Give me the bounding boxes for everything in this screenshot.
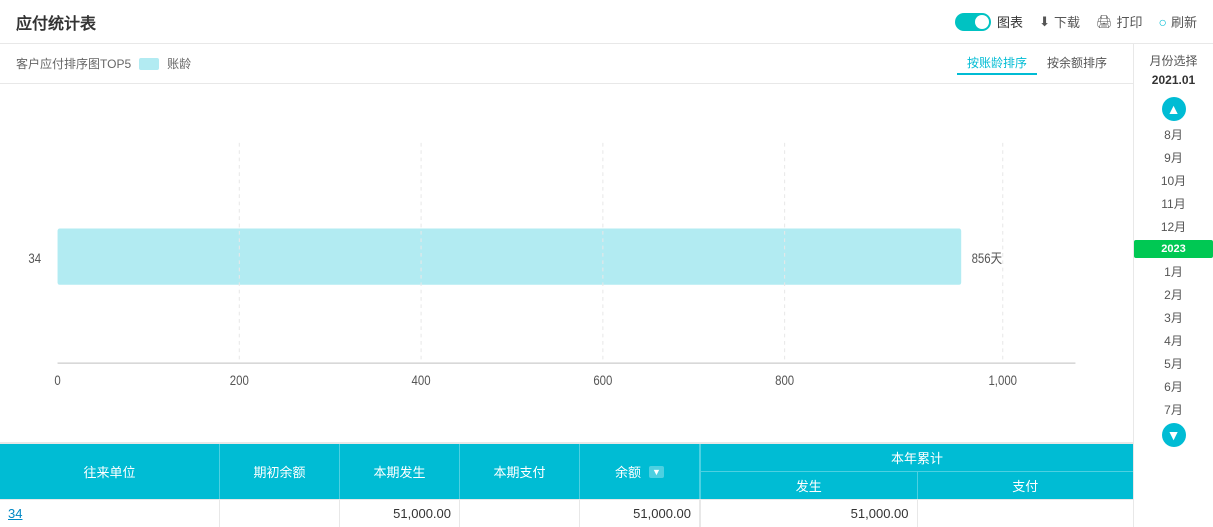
table-row: 34 51,000.00 51,000.00 51,000.00 (0, 499, 1133, 527)
td-current-pay (460, 500, 580, 527)
sidebar-month-2[interactable]: 2月 (1134, 283, 1213, 306)
sidebar-month-7[interactable]: 7月 (1134, 398, 1213, 421)
td-ytd-occur: 51,000.00 (701, 500, 918, 527)
print-button[interactable]: 🖨 打印 (1096, 12, 1143, 31)
legend-box (139, 58, 159, 70)
svg-text:1,000: 1,000 (988, 373, 1017, 388)
td-ytd-group: 51,000.00 (700, 500, 1133, 527)
td-opening (220, 500, 340, 527)
th-ytd-group: 本年累计 发生 支付 (700, 444, 1133, 499)
download-icon: ⬇ (1039, 14, 1050, 30)
chart-toggle[interactable]: 图表 (955, 12, 1023, 31)
svg-text:400: 400 (412, 373, 431, 388)
sidebar-month-8[interactable]: 8月 (1134, 123, 1213, 146)
sidebar-up-button[interactable]: ▲ (1162, 97, 1186, 121)
chart-legend: 客户应付排序图TOP5 账龄 (16, 55, 191, 72)
td-balance: 51,000.00 (580, 500, 700, 527)
sidebar-current-date: 2021.01 (1152, 73, 1195, 87)
legend-box-label: 账龄 (167, 55, 191, 72)
th-current-occur: 本期发生 (340, 444, 460, 499)
sidebar-title: 月份选择 (1149, 52, 1197, 69)
header-actions: 图表 ⬇ 下载 🖨 打印 ○ 刷新 (955, 12, 1197, 31)
sort-by-balance-button[interactable]: 按余额排序 (1037, 52, 1117, 75)
sidebar-year-2023[interactable]: 2023 (1134, 240, 1213, 258)
td-unit: 34 (0, 500, 220, 527)
unit-link[interactable]: 34 (8, 506, 22, 521)
svg-text:856天: 856天 (972, 251, 1003, 266)
sidebar-month-5[interactable]: 5月 (1134, 352, 1213, 375)
svg-text:800: 800 (775, 373, 794, 388)
download-button[interactable]: ⬇ 下载 (1039, 12, 1080, 31)
svg-text:200: 200 (230, 373, 249, 388)
chart-svg: 34 856天 0 200 400 600 800 1,000 (16, 94, 1117, 412)
th-balance: 余额 ▼ (580, 444, 700, 499)
sidebar-month-9[interactable]: 9月 (1134, 146, 1213, 169)
th-opening: 期初余额 (220, 444, 340, 499)
table-header: 往来单位 期初余额 本期发生 本期支付 余额 ▼ 本年累计 发生 支付 (0, 444, 1133, 499)
sidebar-month-1[interactable]: 1月 (1134, 260, 1213, 283)
th-current-pay: 本期支付 (460, 444, 580, 499)
sort-by-amount-button[interactable]: 按账龄排序 (957, 52, 1037, 75)
sidebar-month-3[interactable]: 3月 (1134, 306, 1213, 329)
sidebar-month-12[interactable]: 12月 (1134, 215, 1213, 238)
balance-sort-icon: ▼ (649, 466, 664, 478)
toggle-switch[interactable] (955, 13, 991, 31)
page-title: 应付统计表 (16, 10, 96, 34)
chart-wrapper: 34 856天 0 200 400 600 800 1,000 (0, 84, 1133, 442)
chart-header: 客户应付排序图TOP5 账龄 按账龄排序 按余额排序 (0, 44, 1133, 84)
sidebar-month-6[interactable]: 6月 (1134, 375, 1213, 398)
td-current-occur: 51,000.00 (340, 500, 460, 527)
sidebar-month-11[interactable]: 11月 (1134, 192, 1213, 215)
chevron-down-icon: ▼ (1167, 428, 1181, 442)
refresh-icon: ○ (1159, 14, 1167, 30)
refresh-button[interactable]: ○ 刷新 (1159, 12, 1197, 31)
header: 应付统计表 图表 ⬇ 下载 🖨 打印 ○ 刷新 (0, 0, 1213, 44)
table-area: 往来单位 期初余额 本期发生 本期支付 余额 ▼ 本年累计 发生 支付 (0, 442, 1133, 527)
th-ytd-subheader: 发生 支付 (701, 472, 1133, 499)
sidebar-down-button[interactable]: ▼ (1162, 423, 1186, 447)
print-icon: 🖨 (1096, 14, 1113, 30)
sidebar-month-10[interactable]: 10月 (1134, 169, 1213, 192)
legend-text: 客户应付排序图TOP5 (16, 55, 131, 72)
chevron-up-icon: ▲ (1167, 102, 1181, 116)
th-unit: 往来单位 (0, 444, 220, 499)
month-sidebar: 月份选择 2021.01 ▲ 8月 9月 10月 11月 12月 2023 1月… (1133, 44, 1213, 527)
svg-text:0: 0 (54, 373, 60, 388)
svg-text:600: 600 (593, 373, 612, 388)
th-ytd-occur: 发生 (701, 472, 918, 499)
chart-sort-buttons: 按账龄排序 按余额排序 (957, 52, 1117, 75)
toggle-label: 图表 (997, 12, 1023, 31)
th-ytd-pay: 支付 (918, 472, 1134, 499)
th-ytd-label: 本年累计 (701, 444, 1133, 472)
svg-text:34: 34 (28, 251, 41, 266)
chart-area: 客户应付排序图TOP5 账龄 按账龄排序 按余额排序 34 856天 (0, 44, 1133, 527)
sidebar-month-4[interactable]: 4月 (1134, 329, 1213, 352)
td-ytd-pay (918, 500, 1134, 527)
main-content: 客户应付排序图TOP5 账龄 按账龄排序 按余额排序 34 856天 (0, 44, 1213, 527)
